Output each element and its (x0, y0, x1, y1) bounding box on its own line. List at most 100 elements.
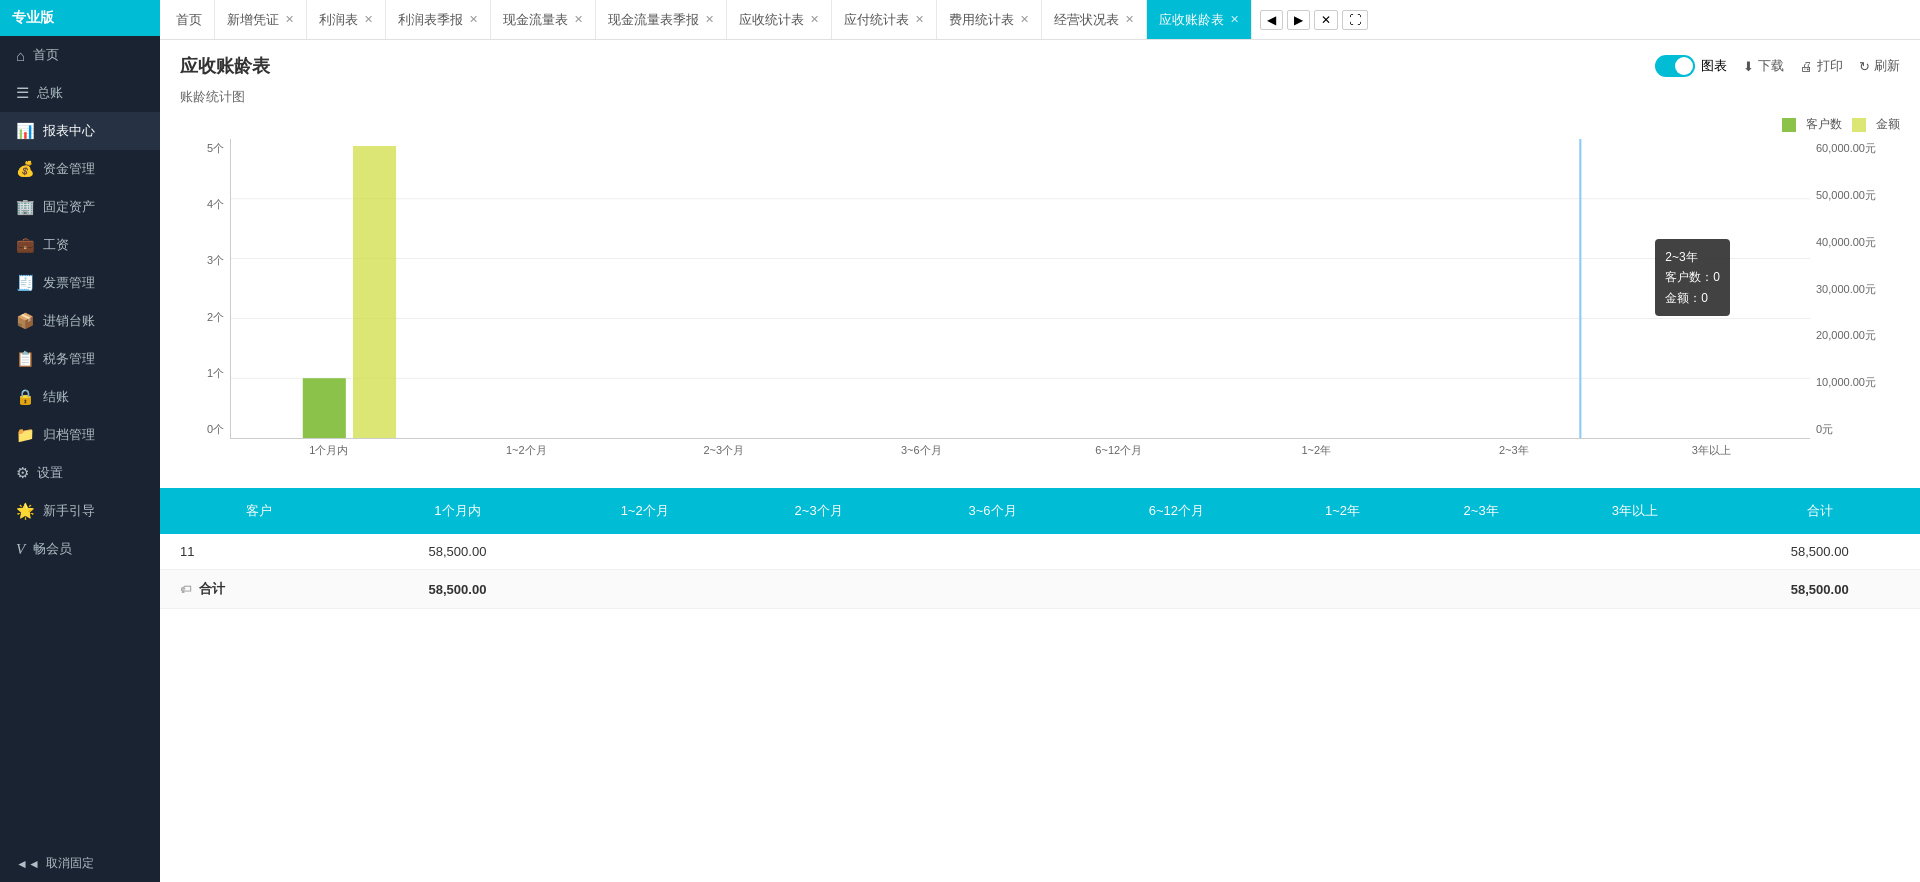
assets-icon: 🏢 (16, 198, 35, 216)
tab-voucher-label: 新增凭证 (227, 11, 279, 29)
page-content: 应收账龄表 图表 ⬇ 下载 🖨 打印 ↻ 刷新 (160, 40, 1920, 882)
x-label-m1: 1个月内 (230, 443, 428, 458)
sidebar-item-assets[interactable]: 🏢 固定资产 (0, 188, 160, 226)
tab-profit-close[interactable]: ✕ (364, 13, 373, 26)
bar-m1-amount (353, 146, 396, 438)
sidebar-item-reports[interactable]: 📊 报表中心 (0, 112, 160, 150)
tab-cashflow[interactable]: 现金流量表 ✕ (491, 0, 596, 39)
cell-m12 (558, 534, 732, 570)
th-m1: 1个月内 (357, 488, 558, 534)
cell-y3plus (1550, 534, 1719, 570)
tab-expense-stat[interactable]: 费用统计表 ✕ (937, 0, 1042, 39)
total-m36 (906, 570, 1080, 609)
tab-cashflow-label: 现金流量表 (503, 11, 568, 29)
x-label-m36: 3~6个月 (823, 443, 1021, 458)
tab-cashflow-quarter-label: 现金流量表季报 (608, 11, 699, 29)
chart-toggle[interactable] (1655, 55, 1695, 77)
tab-profit-quarter-close[interactable]: ✕ (469, 13, 478, 26)
sidebar-item-settings[interactable]: ⚙ 设置 (0, 454, 160, 492)
tab-ar-stat-close[interactable]: ✕ (810, 13, 819, 26)
tab-close-all-button[interactable]: ✕ (1314, 10, 1338, 30)
tab-prev-button[interactable]: ◀ (1260, 10, 1283, 30)
salary-icon: 💼 (16, 236, 35, 254)
sidebar-item-funds[interactable]: 💰 资金管理 (0, 150, 160, 188)
tab-cashflow-close[interactable]: ✕ (574, 13, 583, 26)
download-button[interactable]: ⬇ 下载 (1743, 57, 1784, 75)
x-label-y12: 1~2年 (1218, 443, 1416, 458)
tab-ar-stat[interactable]: 应收统计表 ✕ (727, 0, 832, 39)
download-icon: ⬇ (1743, 59, 1754, 74)
th-m12: 1~2个月 (558, 488, 732, 534)
total-m23 (732, 570, 906, 609)
tab-voucher[interactable]: 新增凭证 ✕ (215, 0, 307, 39)
sidebar-item-tax[interactable]: 📋 税务管理 (0, 340, 160, 378)
tab-profit-label: 利润表 (319, 11, 358, 29)
tab-ap-stat-close[interactable]: ✕ (915, 13, 924, 26)
sidebar-item-closing[interactable]: 🔒 结账 (0, 378, 160, 416)
tab-ar-stat-label: 应收统计表 (739, 11, 804, 29)
tab-home-label: 首页 (176, 11, 202, 29)
x-label-m12: 1~2个月 (428, 443, 626, 458)
cell-customer: 11 (160, 534, 357, 570)
table-row: 11 58,500.00 58,500.00 (160, 534, 1920, 570)
total-icon: 🏷 (180, 583, 191, 595)
y-right-30k: 30,000.00元 (1816, 282, 1876, 297)
y-left-1: 1个 (207, 366, 224, 381)
th-m23: 2~3个月 (732, 488, 906, 534)
tab-ar-aging[interactable]: 应收账龄表 ✕ (1147, 0, 1252, 39)
tab-profit[interactable]: 利润表 ✕ (307, 0, 386, 39)
tab-ar-aging-label: 应收账龄表 (1159, 11, 1224, 29)
sidebar-item-member[interactable]: V 畅会员 (0, 530, 160, 568)
sidebar-item-inventory[interactable]: 📦 进销台账 (0, 302, 160, 340)
inventory-icon: 📦 (16, 312, 35, 330)
print-button[interactable]: 🖨 打印 (1800, 57, 1843, 75)
sidebar-item-ledger[interactable]: ☰ 总账 (0, 74, 160, 112)
legend-amount-dot (1852, 118, 1866, 132)
chart-plot-area: 2~3年 客户数：0 金额：0 (230, 139, 1810, 439)
tab-profit-quarter-label: 利润表季报 (398, 11, 463, 29)
archive-icon: 📁 (16, 426, 35, 444)
sidebar-item-home[interactable]: ⌂ 首页 (0, 36, 160, 74)
tab-voucher-close[interactable]: ✕ (285, 13, 294, 26)
x-label-y23: 2~3年 (1415, 443, 1613, 458)
x-axis-labels: 1个月内 1~2个月 2~3个月 3~6个月 6~12个月 1~2年 2~3年 … (230, 443, 1810, 458)
refresh-button[interactable]: ↻ 刷新 (1859, 57, 1900, 75)
arrow-left-icon: ◄◄ (16, 857, 40, 871)
legend-amount-label: 金额 (1876, 116, 1900, 133)
sidebar-item-guide[interactable]: 🌟 新手引导 (0, 492, 160, 530)
tab-profit-quarter[interactable]: 利润表季报 ✕ (386, 0, 491, 39)
ledger-icon: ☰ (16, 84, 29, 102)
sidebar: 专业版 ⌂ 首页 ☰ 总账 📊 报表中心 💰 资金管理 🏢 固定资产 💼 工资 … (0, 0, 160, 882)
sidebar-item-salary[interactable]: 💼 工资 (0, 226, 160, 264)
sidebar-label-guide: 新手引导 (43, 502, 95, 520)
unpin-sidebar-button[interactable]: ◄◄ 取消固定 (0, 845, 160, 882)
y-right-10k: 10,000.00元 (1816, 375, 1876, 390)
sidebar-item-archive[interactable]: 📁 归档管理 (0, 416, 160, 454)
tab-home[interactable]: 首页 (164, 0, 215, 39)
main-content: 首页 新增凭证 ✕ 利润表 ✕ 利润表季报 ✕ 现金流量表 ✕ 现金流量表季报 … (160, 0, 1920, 882)
tab-biz-stat[interactable]: 经营状况表 ✕ (1042, 0, 1147, 39)
y-left-4: 4个 (207, 197, 224, 212)
sidebar-item-invoice[interactable]: 🧾 发票管理 (0, 264, 160, 302)
x-label-m612: 6~12个月 (1020, 443, 1218, 458)
tab-expense-stat-close[interactable]: ✕ (1020, 13, 1029, 26)
y-right-50k: 50,000.00元 (1816, 188, 1876, 203)
download-label: 下载 (1758, 57, 1784, 75)
tab-biz-stat-close[interactable]: ✕ (1125, 13, 1134, 26)
member-icon: V (16, 541, 25, 558)
x-label-y3plus: 3年以上 (1613, 443, 1811, 458)
tab-cashflow-quarter[interactable]: 现金流量表季报 ✕ (596, 0, 727, 39)
bar-m1-customers (303, 378, 346, 438)
th-y3plus: 3年以上 (1550, 488, 1719, 534)
tab-next-button[interactable]: ▶ (1287, 10, 1310, 30)
tab-maximize-button[interactable]: ⛶ (1342, 10, 1368, 30)
page-header: 应收账龄表 图表 ⬇ 下载 🖨 打印 ↻ 刷新 (160, 40, 1920, 88)
tab-ap-stat[interactable]: 应付统计表 ✕ (832, 0, 937, 39)
tab-ar-aging-close[interactable]: ✕ (1230, 13, 1239, 26)
y-left-5: 5个 (207, 141, 224, 156)
total-m612 (1080, 570, 1274, 609)
table-header-row: 客户 1个月内 1~2个月 2~3个月 3~6个月 6~12个月 1~2年 2~… (160, 488, 1920, 534)
tab-cashflow-quarter-close[interactable]: ✕ (705, 13, 714, 26)
y-right-0: 0元 (1816, 422, 1833, 437)
app-logo: 专业版 (0, 0, 160, 36)
